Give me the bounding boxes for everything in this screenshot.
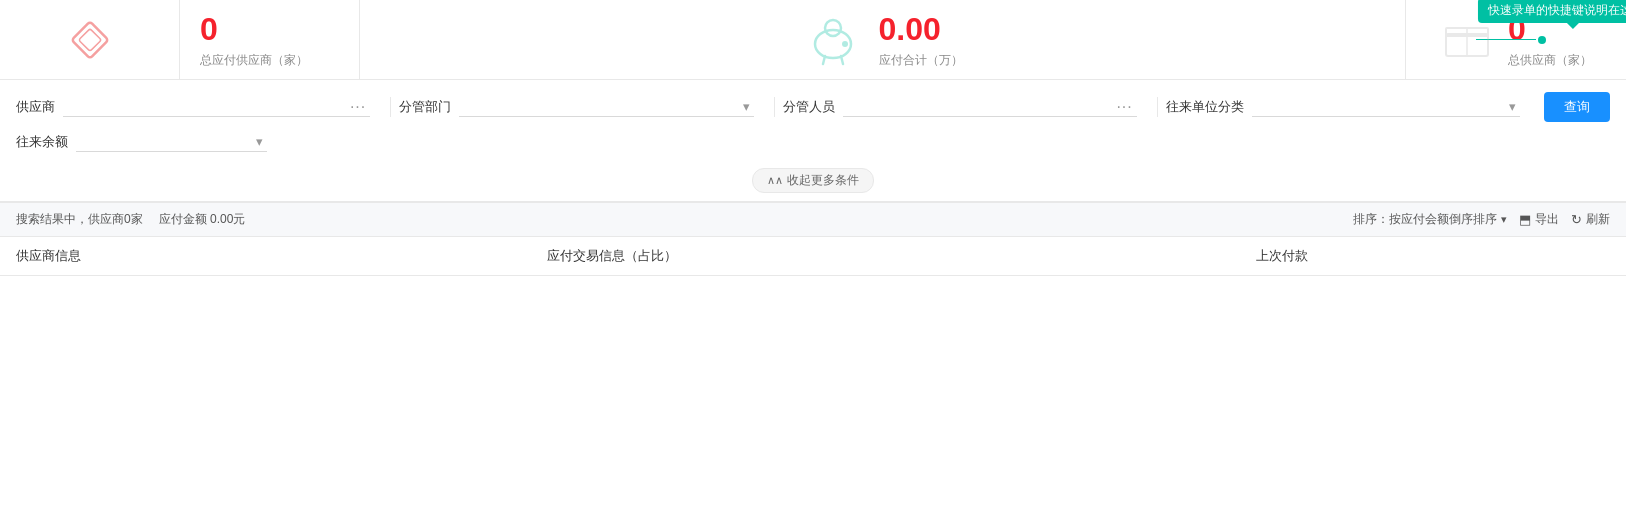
table-col-last-payment: 上次付款 [1256,247,1610,265]
filter-row-1: 供应商 ··· 分管部门 ▾ 分管人员 ··· 往来单位分 [16,92,1610,122]
collapse-label: 收起更多条件 [787,172,859,189]
stat-total-suppliers: 快速录单的快捷键说明在这里 × 0 总供应商（家） [1406,0,1626,79]
filter-area: 供应商 ··· 分管部门 ▾ 分管人员 ··· 往来单位分 [0,80,1626,202]
balance-input[interactable] [76,132,252,151]
filter-unit-category: 往来单位分类 ▾ [1166,97,1532,117]
amount-result-label: 应付金额 0.00元 [159,211,246,228]
sort-chevron-icon: ▾ [1501,213,1507,226]
refresh-button[interactable]: ↻ 刷新 [1571,211,1610,228]
stat-payable-total: 0.00 应付合计（万） [360,0,1406,79]
table-body [0,276,1626,515]
pig-icon [803,10,863,70]
payable-total-label: 应付合计（万） [879,52,963,69]
person-label: 分管人员 [783,98,835,116]
unit-category-label: 往来单位分类 [1166,98,1244,116]
divider-2 [774,97,775,117]
department-dropdown-icon[interactable]: ▾ [739,99,754,114]
unit-category-input-wrap: ▾ [1252,97,1520,117]
result-left: 搜索结果中，供应商0家 应付金额 0.00元 [16,211,245,228]
balance-dropdown-icon[interactable]: ▾ [252,134,267,149]
col2-label: 应付交易信息（占比） [547,248,677,263]
total-payable-label: 总应付供应商（家） [200,52,308,69]
diamond-icon [63,13,117,67]
sort-button[interactable]: 排序：按应付会额倒序排序 ▾ [1353,211,1507,228]
department-input-wrap: ▾ [459,97,753,117]
divider-1 [390,97,391,117]
col1-label: 供应商信息 [16,248,81,263]
total-suppliers-label: 总供应商（家） [1508,52,1592,69]
collapse-button[interactable]: ∧∧ 收起更多条件 [752,168,874,193]
stat-payable-suppliers: 0 总应付供应商（家） [180,0,360,79]
supplier-label: 供应商 [16,98,55,116]
stat-total-payable-suppliers [0,0,180,79]
table-col-supplier-info: 供应商信息 [16,247,547,265]
person-dots[interactable]: ··· [1112,98,1136,116]
unit-category-input[interactable] [1252,97,1505,116]
table-col-transaction: 应付交易信息（占比） [547,247,1255,265]
refresh-icon: ↻ [1571,212,1582,227]
total-payable-count: 0 [200,10,218,48]
tooltip-text: 快速录单的快捷键说明在这里 [1488,2,1626,19]
person-input-wrap: ··· [843,97,1137,117]
supplier-dots[interactable]: ··· [346,98,370,116]
collapse-up-icon: ∧∧ [767,174,783,187]
unit-category-dropdown-icon[interactable]: ▾ [1505,99,1520,114]
query-button[interactable]: 查询 [1544,92,1610,122]
person-input[interactable] [843,97,1113,116]
stats-bar: 0 总应付供应商（家） 0.00 应付合计（万） 快速录单的快捷键说明在这里 × [0,0,1626,80]
result-bar: 搜索结果中，供应商0家 应付金额 0.00元 排序：按应付会额倒序排序 ▾ ⬒ … [0,202,1626,237]
supplier-input-wrap: ··· [63,97,370,117]
export-label: 导出 [1535,211,1559,228]
tooltip-bubble: 快速录单的快捷键说明在这里 × [1478,0,1626,23]
svg-point-3 [825,20,841,36]
filter-person: 分管人员 ··· [783,97,1149,117]
table-header: 供应商信息 应付交易信息（占比） 上次付款 [0,237,1626,276]
svg-rect-1 [78,28,101,51]
svg-point-6 [842,41,848,47]
filter-department: 分管部门 ▾ [399,97,765,117]
filter-supplier: 供应商 ··· [16,97,382,117]
collapse-bar: ∧∧ 收起更多条件 [16,162,1610,201]
payable-total-amount: 0.00 [879,10,941,48]
department-label: 分管部门 [399,98,451,116]
export-icon: ⬒ [1519,212,1531,227]
search-result-label: 搜索结果中，供应商0家 [16,211,143,228]
divider-3 [1157,97,1158,117]
col3-label: 上次付款 [1256,248,1308,263]
filter-row-2: 往来余额 ▾ [16,132,1610,152]
supplier-input[interactable] [63,97,346,116]
refresh-label: 刷新 [1586,211,1610,228]
svg-rect-0 [71,21,108,58]
balance-label: 往来余额 [16,133,68,151]
sort-label: 排序：按应付会额倒序排序 [1353,211,1497,228]
department-input[interactable] [459,97,738,116]
box-icon [1440,20,1494,60]
result-right: 排序：按应付会额倒序排序 ▾ ⬒ 导出 ↻ 刷新 [1353,211,1610,228]
export-button[interactable]: ⬒ 导出 [1519,211,1559,228]
